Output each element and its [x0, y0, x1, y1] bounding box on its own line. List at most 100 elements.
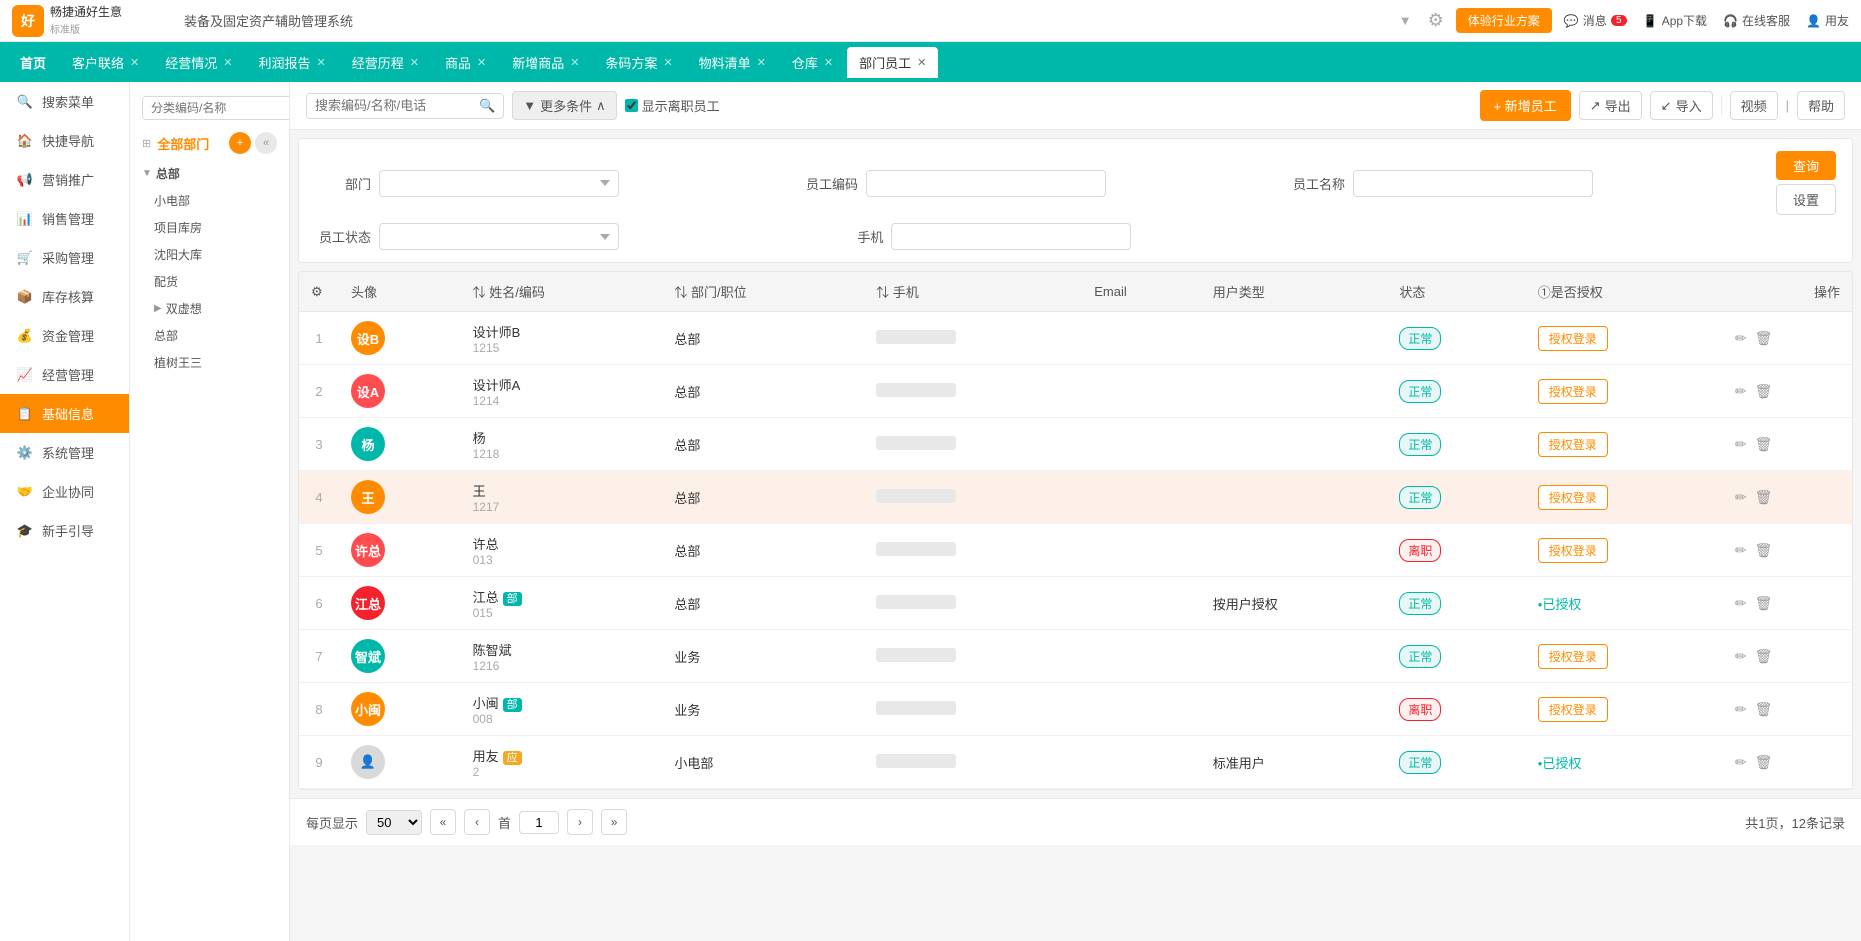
delete-icon[interactable]: 🗑: [1755, 648, 1773, 665]
close-icon[interactable]: ✕: [757, 56, 766, 69]
sidebar-item-search[interactable]: 🔍 搜索菜单: [0, 82, 129, 121]
edit-icon[interactable]: ✏: [1735, 542, 1747, 559]
last-page-btn[interactable]: »: [601, 809, 627, 835]
close-icon[interactable]: ✕: [824, 56, 833, 69]
sidebar-item-collab[interactable]: 🤝 企业协同: [0, 472, 129, 511]
tab-home[interactable]: 首页: [8, 47, 58, 78]
app-download-btn[interactable]: 📱 App下载: [1643, 12, 1707, 29]
auth-login-btn[interactable]: 授权登录: [1538, 538, 1608, 563]
tab-goods[interactable]: 商品 ✕: [433, 47, 498, 78]
delete-icon[interactable]: 🗑: [1755, 436, 1773, 453]
dept-item-dual[interactable]: ▶双虚想: [130, 295, 289, 322]
tab-history[interactable]: 经营历程 ✕: [340, 47, 431, 78]
close-icon[interactable]: ✕: [917, 56, 926, 69]
employee-search-input[interactable]: [315, 98, 475, 113]
close-icon[interactable]: ✕: [477, 56, 486, 69]
dept-item-shenyang[interactable]: 沈阳大库: [130, 241, 289, 268]
sidebar-item-nav[interactable]: 🏠 快捷导航: [0, 121, 129, 160]
import-btn[interactable]: ↙ 导入: [1650, 91, 1713, 120]
sidebar-item-management[interactable]: 📈 经营管理: [0, 355, 129, 394]
col-dept-pos[interactable]: ⇅ 部门/职位: [662, 272, 864, 312]
col-settings[interactable]: ⚙: [299, 272, 339, 312]
prev-page-btn[interactable]: ‹: [464, 809, 490, 835]
more-conditions-btn[interactable]: ▼ 更多条件 ∧: [512, 91, 616, 120]
dept-add-btn[interactable]: +: [229, 132, 251, 154]
show-resigned-checkbox[interactable]: 显示离职员工: [625, 96, 720, 115]
close-icon[interactable]: ✕: [570, 56, 579, 69]
edit-icon[interactable]: ✏: [1735, 754, 1747, 771]
delete-icon[interactable]: 🗑: [1755, 701, 1773, 718]
help-btn[interactable]: 帮助: [1797, 91, 1845, 120]
phone-input[interactable]: [891, 223, 1131, 250]
col-phone[interactable]: ⇅ 手机: [864, 272, 1082, 312]
delete-icon[interactable]: 🗑: [1755, 595, 1773, 612]
experience-btn[interactable]: 体验行业方案: [1456, 8, 1552, 33]
add-employee-btn[interactable]: + 新增员工: [1480, 90, 1571, 121]
page-size-select[interactable]: 50 100: [366, 810, 422, 835]
tab-business[interactable]: 经营情况 ✕: [153, 47, 244, 78]
tab-department[interactable]: 部门员工 ✕: [847, 47, 938, 78]
close-icon[interactable]: ✕: [223, 56, 232, 69]
sidebar-item-marketing[interactable]: 📢 营销推广: [0, 160, 129, 199]
system-title-dropdown[interactable]: ▼: [1399, 13, 1412, 28]
delete-icon[interactable]: 🗑: [1755, 383, 1773, 400]
close-icon[interactable]: ✕: [663, 56, 672, 69]
close-icon[interactable]: ✕: [317, 56, 326, 69]
delete-icon[interactable]: 🗑: [1755, 489, 1773, 506]
emp-code-input[interactable]: [866, 170, 1106, 197]
sidebar-item-inventory[interactable]: 📦 库存核算: [0, 277, 129, 316]
sidebar-item-sales[interactable]: 📊 销售管理: [0, 199, 129, 238]
auth-login-btn[interactable]: 授权登录: [1538, 379, 1608, 404]
edit-icon[interactable]: ✏: [1735, 383, 1747, 400]
emp-name-input[interactable]: [1353, 170, 1593, 197]
tab-profit[interactable]: 利润报告 ✕: [246, 47, 337, 78]
video-btn[interactable]: 视频: [1730, 91, 1778, 120]
dept-item-proj-store[interactable]: 项目库房: [130, 214, 289, 241]
dept-item-zhishu[interactable]: 植树王三: [130, 349, 289, 376]
sidebar-item-basic[interactable]: 📋 基础信息: [0, 394, 129, 433]
dept-item-small-elec[interactable]: 小电部: [130, 187, 289, 214]
settings-icon[interactable]: ⚙: [1428, 10, 1444, 31]
next-page-btn[interactable]: ›: [567, 809, 593, 835]
sidebar-item-guide[interactable]: 🎓 新手引导: [0, 511, 129, 550]
auth-login-btn[interactable]: 授权登录: [1538, 697, 1608, 722]
auth-login-btn[interactable]: 授权登录: [1538, 485, 1608, 510]
tab-barcode[interactable]: 条码方案 ✕: [593, 47, 684, 78]
show-resigned-input[interactable]: [625, 99, 638, 112]
auth-login-btn[interactable]: 授权登录: [1538, 326, 1608, 351]
sidebar-item-finance[interactable]: 💰 资金管理: [0, 316, 129, 355]
close-icon[interactable]: ✕: [130, 56, 139, 69]
search-submit-icon[interactable]: 🔍: [479, 98, 495, 114]
edit-icon[interactable]: ✏: [1735, 489, 1747, 506]
col-name-code[interactable]: ⇅ 姓名/编码: [461, 272, 663, 312]
user-btn[interactable]: 👤 用友: [1806, 12, 1849, 29]
delete-icon[interactable]: 🗑: [1755, 330, 1773, 347]
online-service-btn[interactable]: 🎧 在线客服: [1723, 12, 1790, 29]
auth-login-btn[interactable]: 授权登录: [1538, 644, 1608, 669]
export-btn[interactable]: ↗ 导出: [1579, 91, 1642, 120]
tab-bom[interactable]: 物料清单 ✕: [687, 47, 778, 78]
edit-icon[interactable]: ✏: [1735, 595, 1747, 612]
sidebar-item-purchase[interactable]: 🛒 采购管理: [0, 238, 129, 277]
dept-item-hq[interactable]: 总部: [130, 322, 289, 349]
dept-item-general[interactable]: ▼总部: [130, 160, 289, 187]
sidebar-item-system[interactable]: ⚙️ 系统管理: [0, 433, 129, 472]
tab-warehouse[interactable]: 仓库 ✕: [780, 47, 845, 78]
edit-icon[interactable]: ✏: [1735, 330, 1747, 347]
set-btn[interactable]: 设置: [1776, 184, 1836, 215]
delete-icon[interactable]: 🗑: [1755, 754, 1773, 771]
dept-all-label[interactable]: 全部部门: [157, 134, 223, 153]
delete-icon[interactable]: 🗑: [1755, 542, 1773, 559]
message-btn[interactable]: 💬 消息 5: [1564, 12, 1627, 29]
page-input[interactable]: [519, 811, 559, 834]
emp-status-select[interactable]: [379, 223, 619, 250]
dept-search-input[interactable]: [142, 96, 290, 120]
tab-add-goods[interactable]: 新增商品 ✕: [500, 47, 591, 78]
tab-customer[interactable]: 客户联络 ✕: [60, 47, 151, 78]
query-btn[interactable]: 查询: [1776, 151, 1836, 180]
edit-icon[interactable]: ✏: [1735, 648, 1747, 665]
dept-collapse-btn[interactable]: «: [255, 132, 277, 154]
edit-icon[interactable]: ✏: [1735, 701, 1747, 718]
close-icon[interactable]: ✕: [410, 56, 419, 69]
dept-select[interactable]: [379, 170, 619, 197]
